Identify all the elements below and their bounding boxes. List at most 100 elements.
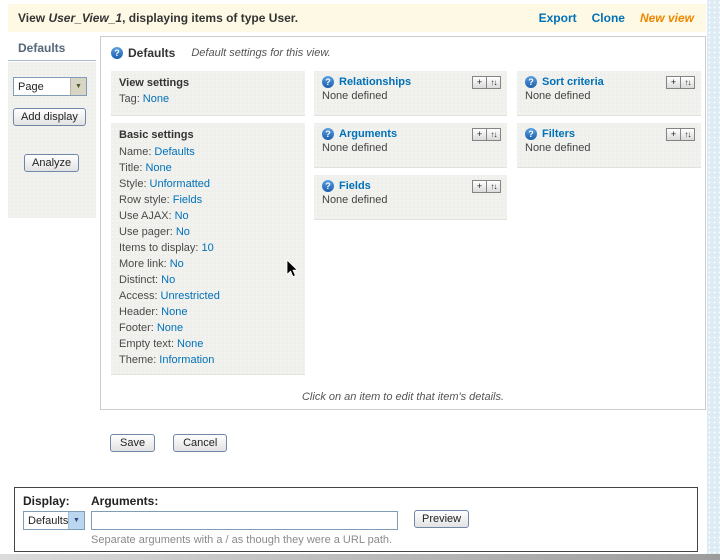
help-icon[interactable]: ? xyxy=(322,128,334,140)
setting-row-items-to-display: Items to display: 10 xyxy=(119,240,297,256)
display-label: Display: xyxy=(23,494,70,508)
add-icon[interactable]: + xyxy=(666,128,681,141)
setting-value-link[interactable]: Unformatted xyxy=(150,178,211,190)
export-link[interactable]: Export xyxy=(539,11,577,25)
tab-defaults[interactable]: Defaults xyxy=(8,36,96,61)
rearrange-icon[interactable]: ↑↓ xyxy=(486,128,501,141)
add-icon[interactable]: + xyxy=(666,76,681,89)
filters-empty-text: None defined xyxy=(525,142,591,154)
filters-box: ? Filters + ↑↓ None defined xyxy=(517,123,701,168)
arguments-box: ? Arguments + ↑↓ None defined xyxy=(314,123,507,168)
setting-value-link[interactable]: No xyxy=(170,258,184,270)
panel-heading-title: Defaults xyxy=(128,46,176,60)
save-button[interactable]: Save xyxy=(110,434,156,452)
rearrange-icon[interactable]: ↑↓ xyxy=(680,128,695,141)
relationships-title-link[interactable]: Relationships xyxy=(339,76,411,88)
setting-value-link[interactable]: None xyxy=(145,162,171,174)
setting-row-title: Title: None xyxy=(119,160,297,176)
display-type-value: Page xyxy=(18,80,44,93)
fields-title-link[interactable]: Fields xyxy=(339,180,371,192)
arguments-help-text: Separate arguments with a / as though th… xyxy=(91,534,393,546)
window-bottom-edge xyxy=(0,554,720,560)
title-prefix: View xyxy=(18,11,49,25)
setting-value-link[interactable]: None xyxy=(177,338,203,350)
add-icon[interactable]: + xyxy=(472,180,487,193)
add-icon[interactable]: + xyxy=(472,76,487,89)
add-display-button[interactable]: Add display xyxy=(13,108,86,126)
sidebar-body: Page ▼ Add display Analyze xyxy=(8,62,96,218)
filters-title-link[interactable]: Filters xyxy=(542,128,575,140)
setting-label: More link: xyxy=(119,258,167,270)
tag-setting-row: Tag: None xyxy=(119,91,297,107)
fields-box: ? Fields + ↑↓ None defined xyxy=(314,175,507,220)
arguments-controls: + ↑↓ xyxy=(472,128,501,141)
help-icon[interactable]: ? xyxy=(322,180,334,192)
view-name: User_View_1 xyxy=(48,11,123,25)
setting-row-distinct: Distinct: No xyxy=(119,272,297,288)
help-icon[interactable]: ? xyxy=(111,47,123,59)
setting-label: Footer: xyxy=(119,322,154,334)
sort-criteria-title-link[interactable]: Sort criteria xyxy=(542,76,604,88)
edit-hint-text: Click on an item to edit that item's det… xyxy=(301,391,505,403)
setting-label: Row style: xyxy=(119,194,170,206)
title-suffix: , displaying items of type User. xyxy=(122,11,299,25)
setting-label: Use AJAX: xyxy=(119,210,172,222)
new-view-link[interactable]: New view xyxy=(640,11,694,25)
view-editor-panel: ? Defaults Default settings for this vie… xyxy=(100,36,706,410)
clone-link[interactable]: Clone xyxy=(592,11,625,25)
help-icon[interactable]: ? xyxy=(525,128,537,140)
form-actions: Save Cancel xyxy=(110,434,228,452)
setting-value-link[interactable]: No xyxy=(176,226,190,238)
setting-value-link[interactable]: Defaults xyxy=(154,146,194,158)
sort-criteria-controls: + ↑↓ xyxy=(666,76,695,89)
relationships-controls: + ↑↓ xyxy=(472,76,501,89)
setting-row-header: Header: None xyxy=(119,304,297,320)
filters-controls: + ↑↓ xyxy=(666,128,695,141)
rearrange-icon[interactable]: ↑↓ xyxy=(680,76,695,89)
setting-label: Distinct: xyxy=(119,274,159,286)
rearrange-icon[interactable]: ↑↓ xyxy=(486,180,501,193)
panel-heading-description: Default settings for this view. xyxy=(191,47,331,59)
panel-heading: ? Defaults Default settings for this vie… xyxy=(111,46,331,60)
setting-row-footer: Footer: None xyxy=(119,320,297,336)
preview-button[interactable]: Preview xyxy=(414,510,470,528)
setting-label: Theme: xyxy=(119,354,157,366)
setting-label: Use pager: xyxy=(119,226,173,238)
setting-value-link[interactable]: No xyxy=(175,210,189,222)
setting-value-link[interactable]: Unrestricted xyxy=(161,290,220,302)
setting-label: Empty text: xyxy=(119,338,175,350)
setting-label: Items to display: xyxy=(119,242,199,254)
cancel-button[interactable]: Cancel xyxy=(173,434,228,452)
setting-row-theme: Theme: Information xyxy=(119,352,297,368)
setting-value-link[interactable]: Fields xyxy=(173,194,202,206)
setting-label: Header: xyxy=(119,306,159,318)
add-icon[interactable]: + xyxy=(472,128,487,141)
setting-row-name: Name: Defaults xyxy=(119,144,297,160)
page-right-gutter xyxy=(707,0,720,554)
analyze-button[interactable]: Analyze xyxy=(24,154,80,172)
rearrange-icon[interactable]: ↑↓ xyxy=(486,76,501,89)
help-icon[interactable]: ? xyxy=(525,76,537,88)
chevron-down-icon: ▼ xyxy=(68,512,84,529)
arguments-empty-text: None defined xyxy=(322,142,388,154)
display-type-select[interactable]: Page ▼ xyxy=(13,77,87,96)
sort-criteria-empty-text: None defined xyxy=(525,90,591,102)
page-title: View User_View_1, displaying items of ty… xyxy=(18,11,539,25)
basic-settings-title: Basic settings xyxy=(119,129,194,141)
view-settings-box: View settings Tag: None xyxy=(111,71,305,116)
arguments-input[interactable] xyxy=(91,511,398,530)
tag-value-link[interactable]: None xyxy=(143,93,169,105)
preview-display-select[interactable]: Defaults ▼ xyxy=(23,511,85,530)
setting-value-link[interactable]: Information xyxy=(159,354,214,366)
setting-value-link[interactable]: No xyxy=(161,274,175,286)
sort-criteria-box: ? Sort criteria + ↑↓ None defined xyxy=(517,71,701,116)
setting-value-link[interactable]: None xyxy=(157,322,183,334)
setting-row-access: Access: Unrestricted xyxy=(119,288,297,304)
setting-row-more-link: More link: No xyxy=(119,256,297,272)
help-icon[interactable]: ? xyxy=(322,76,334,88)
arguments-title-link[interactable]: Arguments xyxy=(339,128,397,140)
view-header-bar: View User_View_1, displaying items of ty… xyxy=(8,4,706,32)
setting-value-link[interactable]: 10 xyxy=(201,242,213,254)
setting-value-link[interactable]: None xyxy=(161,306,187,318)
fields-controls: + ↑↓ xyxy=(472,180,501,193)
